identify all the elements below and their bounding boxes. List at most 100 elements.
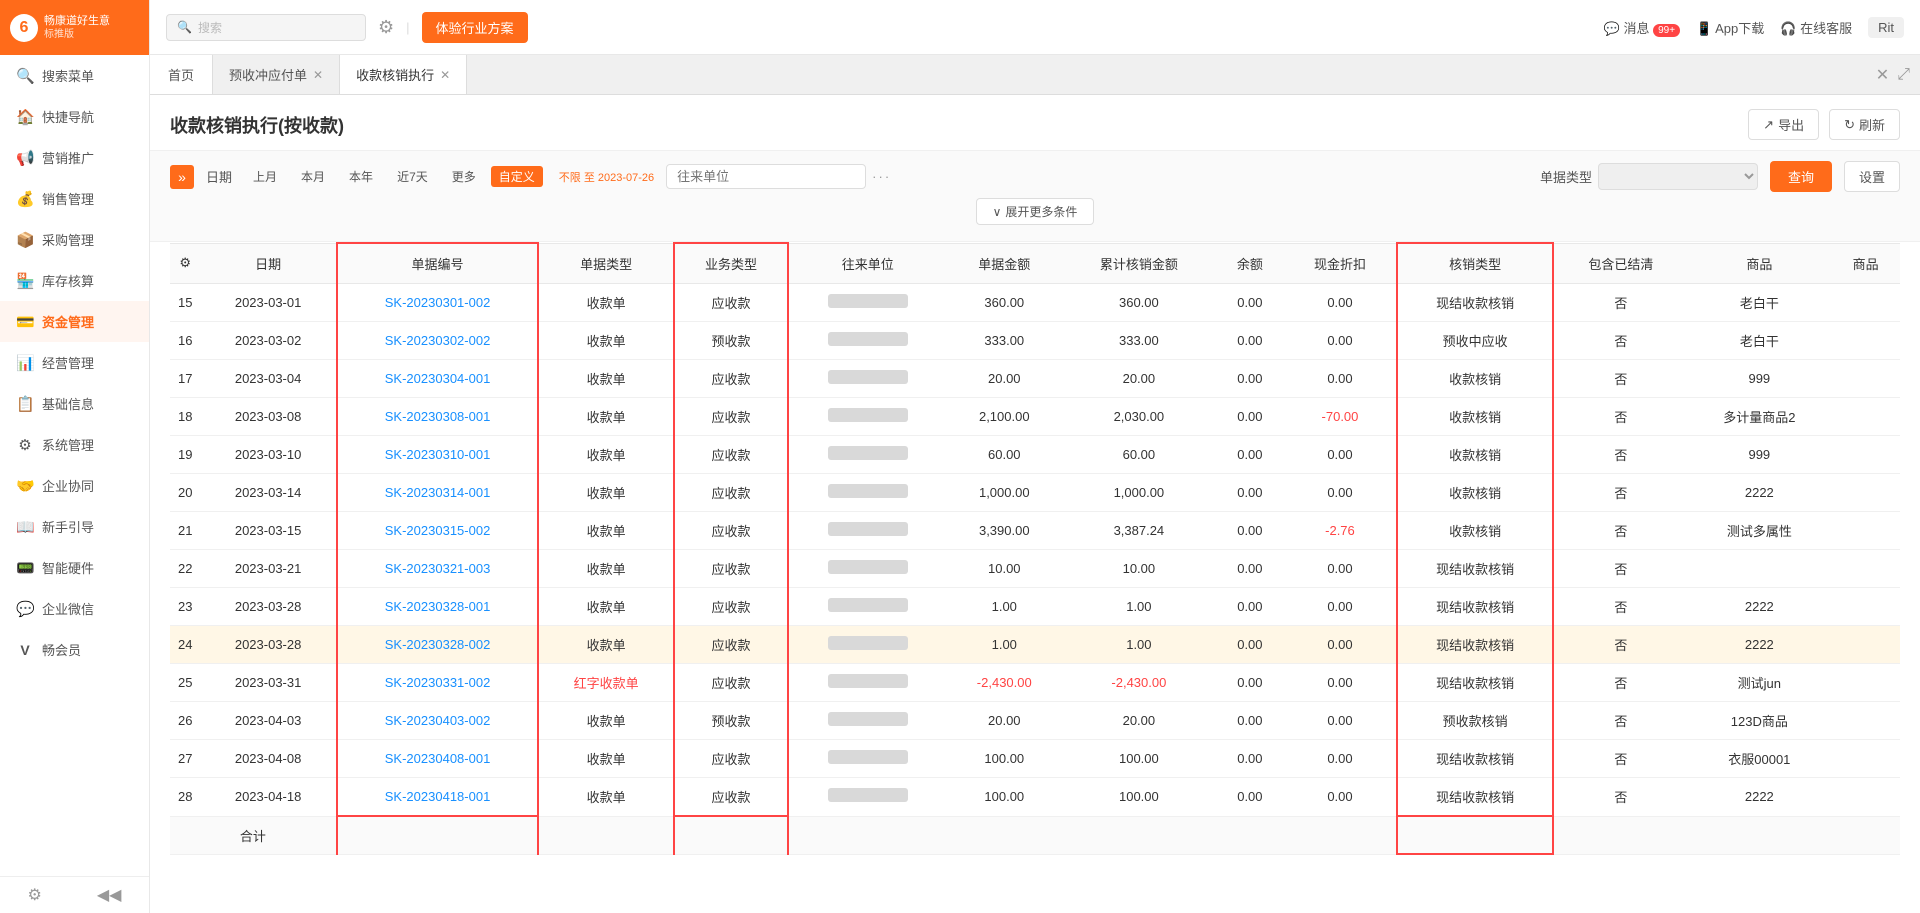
cell-date: 2023-03-08 [200,398,336,436]
filter-custom-btn[interactable]: 自定义 [491,166,543,187]
cell-goods1: 2222 [1687,474,1831,512]
user-info[interactable]: Rit [1868,17,1904,38]
export-button[interactable]: ↗ 导出 [1748,109,1819,140]
tab-prepayment[interactable]: 预收冲应付单 ✕ [213,55,340,94]
cell-bill-no: SK-20230301-002 [337,284,539,322]
sidebar-item-system[interactable]: ⚙ 系统管理 [0,424,149,465]
footer-settled [1553,816,1687,854]
col-balance: 余额 [1216,243,1285,284]
solution-button[interactable]: 体验行业方案 [422,12,528,43]
cell-goods1: 测试多属性 [1687,512,1831,550]
bill-no-link[interactable]: SK-20230403-002 [385,713,491,728]
sidebar-item-quick-nav[interactable]: 🏠 快捷导航 [0,96,149,137]
sidebar-item-member[interactable]: V 畅会员 [0,629,149,670]
bill-no-link[interactable]: SK-20230328-001 [385,599,491,614]
bill-type-select[interactable] [1598,163,1758,190]
expand-row: ∨ 展开更多条件 [170,192,1900,231]
cell-num: 22 [170,550,200,588]
filter-last-month[interactable]: 上月 [244,164,286,189]
cell-amount: 360.00 [946,284,1062,322]
bill-no-link[interactable]: SK-20230328-002 [385,637,491,652]
bill-no-link[interactable]: SK-20230331-002 [385,675,491,690]
footer-label: 合计 [170,816,337,854]
settings-bottom-icon[interactable]: ⚙ [28,885,42,905]
bill-no-link[interactable]: SK-20230301-002 [385,295,491,310]
cell-balance: 0.00 [1216,626,1285,664]
sidebar-item-hardware[interactable]: 📟 智能硬件 [0,547,149,588]
cell-verify-type: 现结收款核销 [1397,740,1554,778]
cell-biz-type: 应收款 [674,398,788,436]
sidebar-item-guide[interactable]: 📖 新手引导 [0,506,149,547]
cell-goods2 [1831,360,1900,398]
topbar-settings-icon[interactable]: ⚙ [378,17,394,38]
tab-close-all-icon[interactable]: ✕ [1876,65,1889,85]
cell-balance: 0.00 [1216,740,1285,778]
sidebar-item-purchase[interactable]: 📦 采购管理 [0,219,149,260]
query-button[interactable]: 查询 [1770,161,1832,192]
col-settings[interactable]: ⚙ [170,243,200,284]
cell-settled: 否 [1553,702,1687,740]
cell-bill-no: SK-20230328-002 [337,626,539,664]
sidebar-item-wecom[interactable]: 💬 企业微信 [0,588,149,629]
sidebar-item-search[interactable]: 🔍 搜索菜单 [0,55,149,96]
cell-goods2 [1831,322,1900,360]
guide-icon: 📖 [16,518,34,536]
tab-close-collection[interactable]: ✕ [440,68,450,82]
bill-no-link[interactable]: SK-20230314-001 [385,485,491,500]
unit-input[interactable] [666,164,866,189]
search-box[interactable]: 🔍 搜索 [166,14,366,41]
bill-no-link[interactable]: SK-20230408-001 [385,751,491,766]
bill-no-link[interactable]: SK-20230321-003 [385,561,491,576]
filter-this-year[interactable]: 本年 [340,164,382,189]
app-download-link[interactable]: 📱 App下载 [1696,18,1764,37]
footer-unit [788,816,946,854]
filter-last-7-days[interactable]: 近7天 [388,164,437,189]
tab-expand-icon[interactable]: ⤢ [1897,66,1910,84]
cell-goods2 [1831,512,1900,550]
cell-discount: 0.00 [1284,588,1397,626]
cell-amount: 333.00 [946,322,1062,360]
bill-no-link[interactable]: SK-20230310-001 [385,447,491,462]
tab-collection[interactable]: 收款核销执行 ✕ [340,55,467,94]
bill-no-link[interactable]: SK-20230304-001 [385,371,491,386]
cell-verified: 333.00 [1062,322,1215,360]
filter-more[interactable]: 更多 [443,164,485,189]
cell-discount: -70.00 [1284,398,1397,436]
filter-this-month[interactable]: 本月 [292,164,334,189]
sidebar-item-sales[interactable]: 💰 销售管理 [0,178,149,219]
message-icon[interactable]: 💬 消息 99+ [1604,18,1680,37]
sidebar-item-inventory[interactable]: 🏪 库存核算 [0,260,149,301]
refresh-button[interactable]: ↻ 刷新 [1829,109,1900,140]
filter-toggle-btn[interactable]: » [170,165,194,189]
tab-close-prepayment[interactable]: ✕ [313,68,323,82]
sidebar-item-basics[interactable]: 📋 基础信息 [0,383,149,424]
cell-bill-no: SK-20230310-001 [337,436,539,474]
online-service-link[interactable]: 🎧 在线客服 [1780,18,1852,37]
cell-bill-type: 收款单 [538,778,673,817]
bill-no-link[interactable]: SK-20230418-001 [385,789,491,804]
sidebar-item-finance[interactable]: 💳 资金管理 [0,301,149,342]
cell-goods2 [1831,778,1900,817]
search-icon: 🔍 [16,67,34,85]
collab-icon: 🤝 [16,477,34,495]
sidebar-item-marketing[interactable]: 📢 营销推广 [0,137,149,178]
cell-goods1: 衣服00001 [1687,740,1831,778]
cell-bill-type: 收款单 [538,702,673,740]
collapse-icon[interactable]: ◀◀ [97,885,122,905]
sidebar-item-collab[interactable]: 🤝 企业协同 [0,465,149,506]
cell-discount: 0.00 [1284,284,1397,322]
cell-unit [788,436,946,474]
cell-num: 25 [170,664,200,702]
tab-home[interactable]: 首页 [150,55,213,94]
cell-goods2 [1831,664,1900,702]
cell-num: 24 [170,626,200,664]
cell-verify-type: 收款核销 [1397,512,1554,550]
bill-no-link[interactable]: SK-20230308-001 [385,409,491,424]
bill-no-link[interactable]: SK-20230315-002 [385,523,491,538]
sidebar-item-operations[interactable]: 📊 经营管理 [0,342,149,383]
bill-no-link[interactable]: SK-20230302-002 [385,333,491,348]
footer-bill-type [538,816,673,854]
cell-goods2 [1831,550,1900,588]
expand-conditions-btn[interactable]: ∨ 展开更多条件 [976,198,1095,225]
settings-button[interactable]: 设置 [1844,161,1900,192]
